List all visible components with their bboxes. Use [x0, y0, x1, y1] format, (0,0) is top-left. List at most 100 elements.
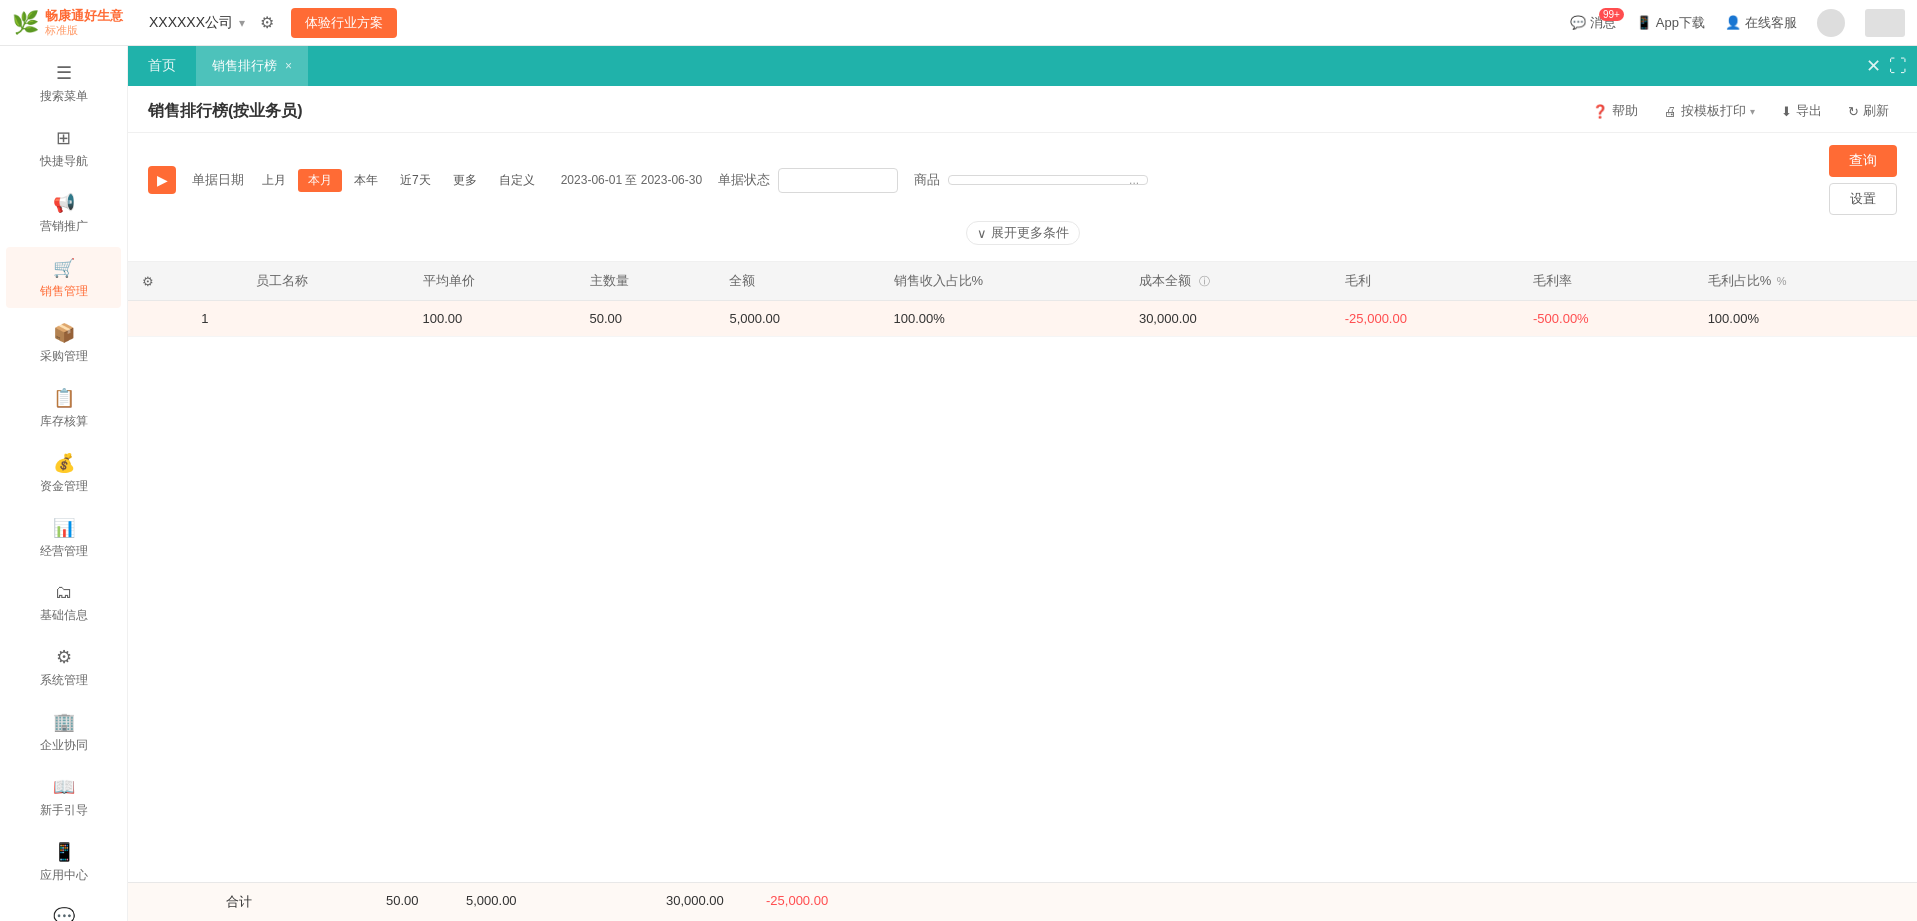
sidebar-item-purchase[interactable]: 📦 采购管理	[6, 312, 121, 373]
message-item[interactable]: 💬 消息 99+	[1570, 14, 1616, 32]
date-range-block: 2023-06-01 至 2023-06-30	[561, 172, 702, 189]
tab-bar-right: ✕ ⛶	[1866, 55, 1917, 77]
date-label: 单据日期	[192, 171, 244, 189]
sidebar-item-wechat[interactable]: 💬 企业微信	[6, 896, 121, 921]
sidebar-item-basic-label: 基础信息	[40, 607, 88, 624]
chevron-down-icon: ∨	[977, 226, 987, 241]
footer-spacer-1	[142, 893, 182, 911]
date-tab-prev-month[interactable]: 上月	[252, 169, 296, 192]
app-sub: 标准版	[45, 24, 123, 37]
filter-toggle-btn[interactable]: ▶	[148, 166, 176, 194]
date-tab-7days[interactable]: 近7天	[390, 169, 441, 192]
top-header: 🌿 畅康通好生意 标准版 XXXXXX公司 ▾ ⚙ 体验行业方案 💬 消息 99…	[0, 0, 1917, 46]
cell-settings	[128, 301, 168, 337]
date-tab-custom[interactable]: 自定义	[489, 169, 545, 192]
status-label: 单据状态	[718, 171, 770, 189]
date-tabs: 上月 本月 本年 近7天 更多 自定义	[252, 169, 545, 192]
settings-button[interactable]: 设置	[1829, 183, 1897, 215]
refresh-label: 刷新	[1863, 102, 1889, 120]
sidebar-item-finance[interactable]: 💰 资金管理	[6, 442, 121, 503]
system-icon: ⚙	[56, 646, 72, 668]
col-avg-price: 平均单价	[409, 262, 576, 301]
sidebar-item-marketing-label: 营销推广	[40, 218, 88, 235]
page-title: 销售排行榜(按业务员)	[148, 101, 303, 122]
tab-sales-ranking[interactable]: 销售排行榜 ×	[196, 46, 308, 86]
table-wrapper: ⚙ 员工名称 平均单价 主数量 全额 销售收入占比% 成本全额 ⓘ	[128, 262, 1917, 882]
status-filter: 单据状态	[718, 168, 898, 193]
footer-quantity: 50.00	[372, 893, 452, 911]
settings-icon[interactable]: ⚙	[253, 9, 281, 37]
query-button[interactable]: 查询	[1829, 145, 1897, 177]
footer-amount: 5,000.00	[452, 893, 552, 911]
date-tab-this-month[interactable]: 本月	[298, 169, 342, 192]
sidebar-item-shortcut[interactable]: ⊞ 快捷导航	[6, 117, 121, 178]
sidebar-item-system-label: 系统管理	[40, 672, 88, 689]
company-selector[interactable]: 🌿 畅康通好生意 标准版 XXXXXX公司 ▾	[12, 8, 245, 37]
tab-maximize-icon[interactable]: ⛶	[1889, 56, 1907, 77]
sidebar-item-search-label: 搜索菜单	[40, 88, 88, 105]
sidebar-item-operation-label: 经营管理	[40, 543, 88, 560]
cell-avg-price: 100.00	[409, 301, 576, 337]
wechat-icon: 💬	[53, 906, 75, 921]
avatar[interactable]	[1817, 9, 1845, 37]
date-tab-more[interactable]: 更多	[443, 169, 487, 192]
col-settings: ⚙	[128, 262, 168, 301]
expand-more-button[interactable]: ∨ 展开更多条件	[966, 221, 1080, 245]
appstore-icon: 📱	[53, 841, 75, 863]
date-tab-this-year[interactable]: 本年	[344, 169, 388, 192]
sidebar-item-sales-label: 销售管理	[40, 283, 88, 300]
goods-input[interactable]: ...	[948, 175, 1148, 185]
sidebar-item-search[interactable]: ☰ 搜索菜单	[6, 52, 121, 113]
app-download-item[interactable]: 📱 App下载	[1636, 14, 1705, 32]
sales-ranking-table: ⚙ 员工名称 平均单价 主数量 全额 销售收入占比% 成本全额 ⓘ	[128, 262, 1917, 337]
refresh-button[interactable]: ↻ 刷新	[1840, 98, 1897, 124]
template-print-button[interactable]: 🖨 按模板打印 ▾	[1656, 98, 1763, 124]
help-button[interactable]: ❓ 帮助	[1584, 98, 1646, 124]
user-name-placeholder	[1865, 9, 1905, 37]
marketing-icon: 📢	[53, 192, 75, 214]
tab-close-icon[interactable]: ×	[285, 59, 292, 73]
sidebar-item-basic[interactable]: 🗂 基础信息	[6, 572, 121, 632]
cell-sales-ratio: 100.00%	[880, 301, 1125, 337]
tab-close-all-icon[interactable]: ✕	[1866, 55, 1881, 77]
company-chevron-icon[interactable]: ▾	[239, 16, 245, 30]
table-footer: 合计 50.00 5,000.00 30,000.00 -25,000.00	[128, 882, 1917, 921]
trial-button[interactable]: 体验行业方案	[291, 8, 397, 38]
cell-name	[242, 301, 409, 337]
expand-more-label: 展开更多条件	[991, 224, 1069, 242]
col-settings-icon[interactable]: ⚙	[142, 274, 154, 289]
operation-icon: 📊	[53, 517, 75, 539]
sidebar-item-guide[interactable]: 📖 新手引导	[6, 766, 121, 827]
sidebar-item-marketing[interactable]: 📢 营销推广	[6, 182, 121, 243]
footer-sales-ratio	[552, 893, 652, 911]
basic-icon: 🗂	[55, 582, 73, 603]
download-icon: 📱	[1636, 15, 1652, 30]
col-gross: 毛利	[1331, 262, 1519, 301]
main-layout: ☰ 搜索菜单 ⊞ 快捷导航 📢 营销推广 🛒 销售管理 📦 采购管理 📋 库存核…	[0, 46, 1917, 921]
sidebar-item-system[interactable]: ⚙ 系统管理	[6, 636, 121, 697]
sidebar-item-inventory[interactable]: 📋 库存核算	[6, 377, 121, 438]
cost-info-icon[interactable]: ⓘ	[1199, 275, 1210, 287]
status-select[interactable]	[778, 168, 898, 193]
sidebar-item-enterprise[interactable]: 🏢 企业协同	[6, 701, 121, 762]
expand-more-area: ∨ 展开更多条件	[148, 215, 1897, 249]
export-button[interactable]: ⬇ 导出	[1773, 98, 1830, 124]
sidebar-item-sales[interactable]: 🛒 销售管理	[6, 247, 121, 308]
col-gross-ratio: 毛利占比% %	[1694, 262, 1917, 301]
export-icon: ⬇	[1781, 104, 1792, 119]
template-print-label: 按模板打印	[1681, 102, 1746, 120]
search-icon: ☰	[56, 62, 72, 84]
col-quantity: 主数量	[576, 262, 716, 301]
sidebar-item-operation[interactable]: 📊 经营管理	[6, 507, 121, 568]
tab-home[interactable]: 首页	[128, 46, 196, 86]
gross-ratio-icon[interactable]: %	[1777, 275, 1787, 287]
help-icon: ❓	[1592, 104, 1608, 119]
sidebar-item-purchase-label: 采购管理	[40, 348, 88, 365]
sidebar-item-appstore[interactable]: 📱 应用中心	[6, 831, 121, 892]
app-logo: 🌿	[12, 10, 39, 36]
online-service-item[interactable]: 👤 在线客服	[1725, 14, 1797, 32]
goods-more-icon[interactable]: ...	[1129, 173, 1139, 187]
export-label: 导出	[1796, 102, 1822, 120]
service-icon: 👤	[1725, 15, 1741, 30]
status-select-wrap	[778, 168, 898, 193]
